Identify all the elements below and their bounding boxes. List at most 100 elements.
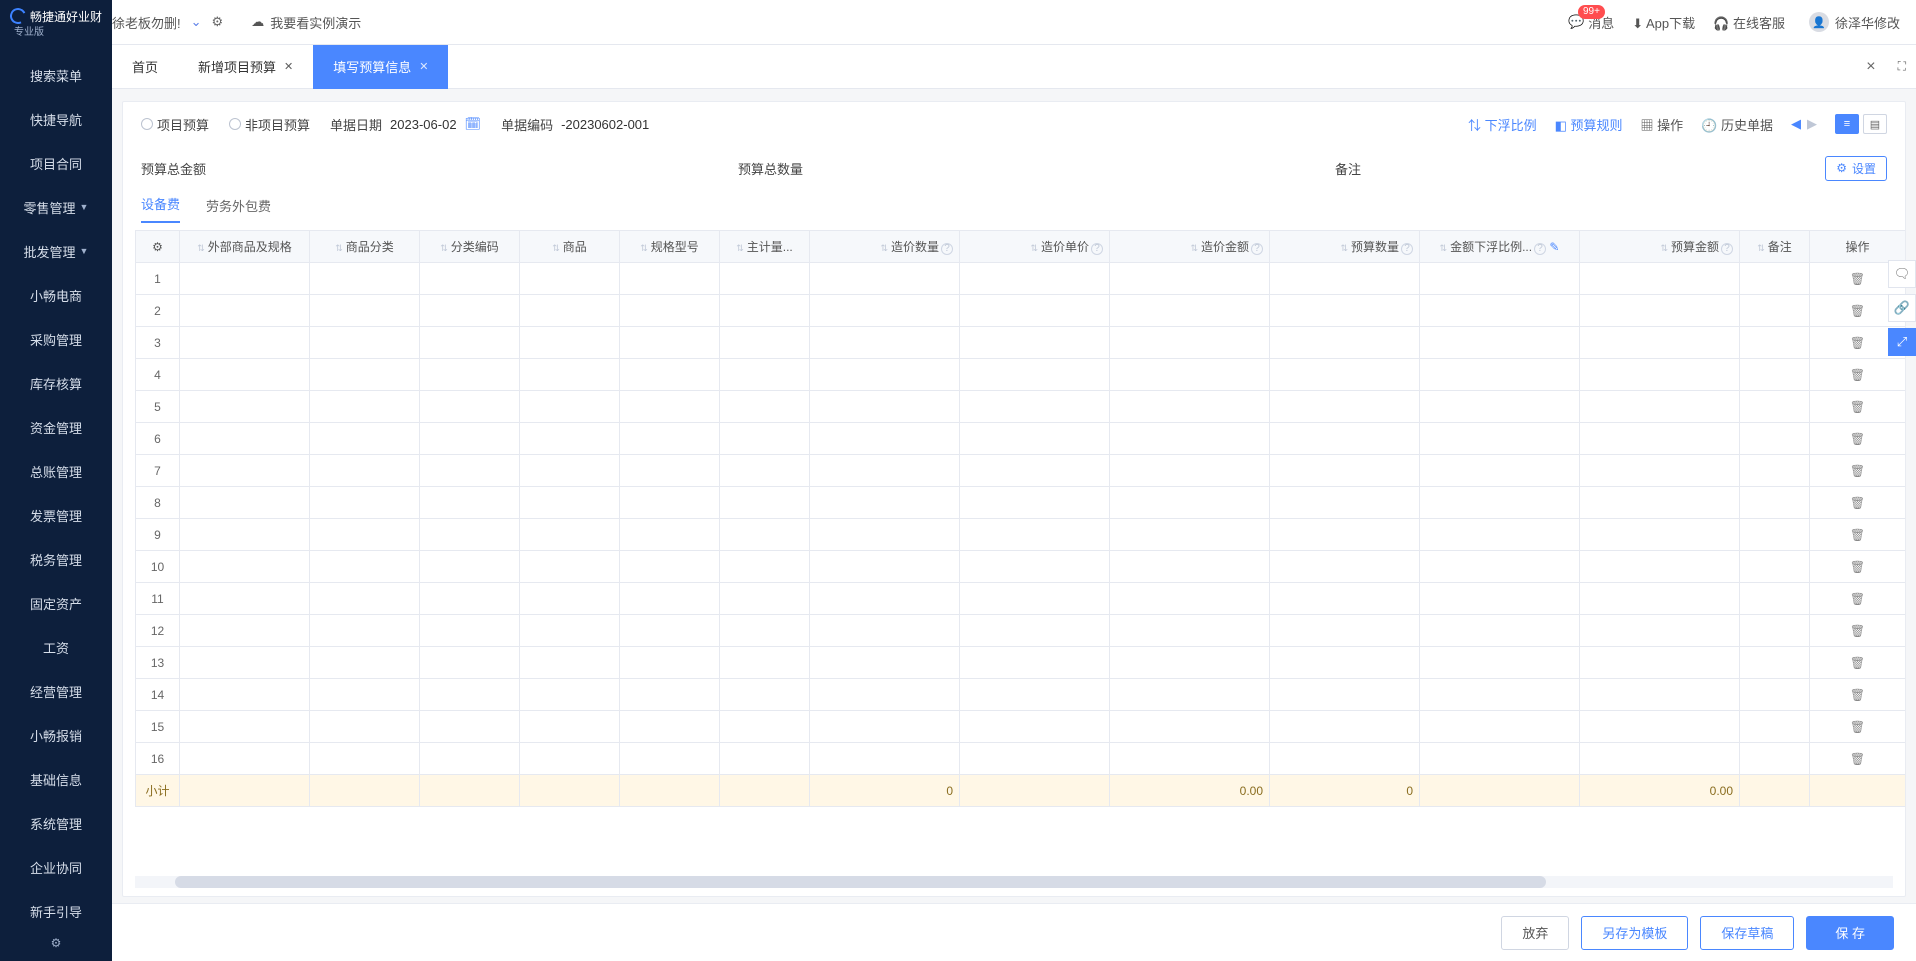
rail-link-button[interactable]: 🔗 — [1888, 294, 1916, 322]
cell[interactable] — [810, 359, 960, 391]
app-download-button[interactable]: ⬇ App下载 — [1632, 13, 1695, 32]
cell[interactable] — [520, 519, 620, 551]
cell[interactable] — [1270, 711, 1420, 743]
table-row[interactable]: 10🗑 — [136, 551, 1906, 583]
sidebar-item-12[interactable]: 固定资产 — [0, 581, 112, 625]
cell[interactable] — [720, 583, 810, 615]
cell[interactable] — [1740, 711, 1810, 743]
sort-icon[interactable]: ⇅ — [1340, 243, 1348, 253]
table-row[interactable]: 12🗑 — [136, 615, 1906, 647]
col-header-5[interactable]: ⇅规格型号 — [620, 231, 720, 263]
horizontal-scrollbar[interactable] — [135, 876, 1893, 888]
sidebar-item-13[interactable]: 工资 — [0, 625, 112, 669]
cell[interactable] — [720, 327, 810, 359]
view-card-button[interactable]: ▤ — [1863, 114, 1887, 134]
cell[interactable] — [720, 391, 810, 423]
cell[interactable] — [960, 711, 1110, 743]
cell[interactable] — [810, 391, 960, 423]
cell[interactable] — [1740, 295, 1810, 327]
close-icon[interactable]: ✕ — [419, 60, 428, 73]
cell[interactable] — [1270, 743, 1420, 775]
cell[interactable] — [420, 391, 520, 423]
down-ratio-button[interactable]: ⇅ 下浮比例 — [1468, 115, 1537, 134]
cell[interactable] — [520, 487, 620, 519]
cell[interactable] — [720, 743, 810, 775]
cell[interactable] — [1110, 647, 1270, 679]
cell[interactable] — [960, 743, 1110, 775]
sort-icon[interactable]: ⇅ — [640, 243, 648, 253]
table-row[interactable]: 1🗑 — [136, 263, 1906, 295]
cell[interactable] — [1580, 455, 1740, 487]
cell[interactable] — [1110, 743, 1270, 775]
support-button[interactable]: 🎧 在线客服 — [1713, 13, 1785, 32]
cell[interactable] — [520, 743, 620, 775]
inner-tab-0[interactable]: 设备费 — [141, 194, 180, 223]
cell[interactable] — [720, 615, 810, 647]
cell[interactable] — [180, 487, 310, 519]
help-icon[interactable]: ? — [941, 243, 953, 255]
messages-button[interactable]: 99+ 💬 消息 — [1568, 13, 1614, 32]
cell[interactable] — [1580, 359, 1740, 391]
cell[interactable] — [1740, 551, 1810, 583]
cell[interactable] — [1420, 327, 1580, 359]
cell[interactable] — [420, 263, 520, 295]
cell[interactable] — [310, 391, 420, 423]
cell[interactable] — [180, 359, 310, 391]
cell[interactable] — [520, 295, 620, 327]
delete-icon[interactable]: 🗑 — [1850, 336, 1865, 350]
cell[interactable] — [310, 423, 420, 455]
cell[interactable] — [810, 487, 960, 519]
sidebar-item-18[interactable]: 企业协同 — [0, 845, 112, 889]
sort-icon[interactable]: ⇅ — [1440, 243, 1448, 253]
sidebar-item-6[interactable]: 采购管理 — [0, 317, 112, 361]
col-header-0[interactable]: ⚙ — [136, 231, 180, 263]
table-row[interactable]: 2🗑 — [136, 295, 1906, 327]
cell[interactable] — [310, 359, 420, 391]
cell[interactable] — [960, 583, 1110, 615]
cell[interactable] — [1270, 583, 1420, 615]
sort-icon[interactable]: ⇅ — [880, 243, 888, 253]
cell[interactable] — [1420, 519, 1580, 551]
sort-icon[interactable]: ⇅ — [736, 243, 744, 253]
cell[interactable] — [810, 519, 960, 551]
cell[interactable] — [1580, 583, 1740, 615]
cell[interactable] — [960, 295, 1110, 327]
cell[interactable] — [1270, 519, 1420, 551]
cell[interactable] — [1580, 263, 1740, 295]
close-icon[interactable]: ✕ — [284, 60, 293, 73]
cell[interactable] — [310, 519, 420, 551]
col-header-2[interactable]: ⇅商品分类 — [310, 231, 420, 263]
cell[interactable] — [1420, 295, 1580, 327]
cell[interactable] — [620, 455, 720, 487]
cell[interactable] — [180, 615, 310, 647]
cell[interactable] — [310, 551, 420, 583]
sort-icon[interactable]: ⇅ — [1660, 243, 1668, 253]
cell[interactable] — [1270, 327, 1420, 359]
cell[interactable] — [1580, 519, 1740, 551]
cell[interactable] — [1580, 743, 1740, 775]
delete-icon[interactable]: 🗑 — [1850, 592, 1865, 606]
cell[interactable] — [1580, 711, 1740, 743]
cell[interactable] — [1420, 359, 1580, 391]
cell[interactable] — [1740, 391, 1810, 423]
cell[interactable] — [1270, 359, 1420, 391]
cell[interactable] — [810, 679, 960, 711]
cell[interactable] — [420, 679, 520, 711]
col-header-14[interactable]: 操作 — [1810, 231, 1906, 263]
cell[interactable] — [1740, 263, 1810, 295]
cell[interactable] — [620, 519, 720, 551]
cell[interactable] — [1420, 391, 1580, 423]
cell[interactable] — [520, 455, 620, 487]
cell[interactable] — [310, 679, 420, 711]
cell[interactable] — [620, 263, 720, 295]
col-header-10[interactable]: ⇅预算数量? — [1270, 231, 1420, 263]
total-qty-input[interactable] — [815, 160, 1075, 176]
cell[interactable] — [520, 615, 620, 647]
cell[interactable] — [1580, 487, 1740, 519]
cell[interactable] — [420, 551, 520, 583]
radio-project-budget[interactable]: 项目预算 — [141, 115, 209, 134]
cell[interactable] — [1580, 423, 1740, 455]
sort-icon[interactable]: ⇅ — [552, 243, 560, 253]
cell[interactable] — [420, 647, 520, 679]
cell[interactable] — [720, 295, 810, 327]
